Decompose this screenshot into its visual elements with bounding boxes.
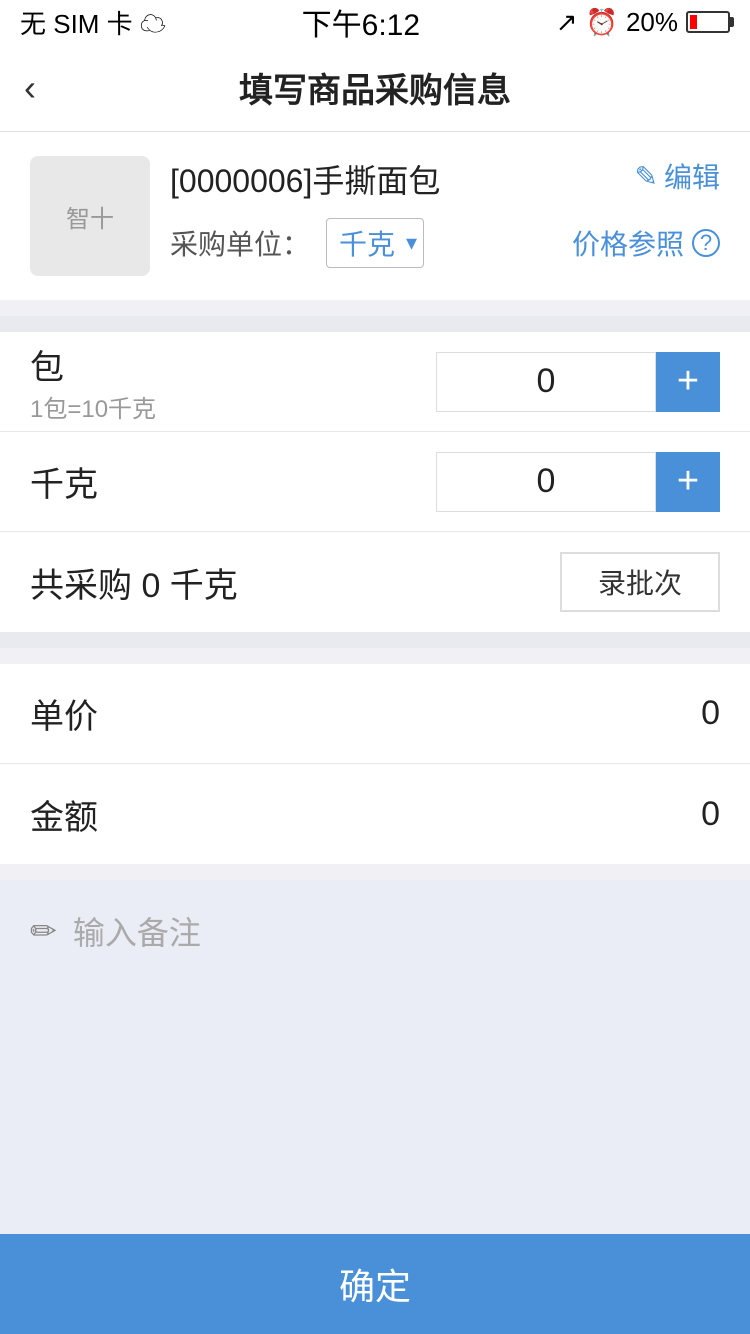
bag-input-right: 0 + xyxy=(436,352,720,412)
edit-button[interactable]: ✎ 编辑 xyxy=(635,156,720,196)
battery-percent: 20% xyxy=(626,7,678,38)
bag-quantity-input[interactable]: 0 xyxy=(436,352,656,412)
kg-label-group: 千克 xyxy=(30,457,98,506)
battery-icon xyxy=(686,11,730,33)
location-icon: ↗ xyxy=(556,7,578,38)
kg-input-right: 0 + xyxy=(436,452,720,512)
status-left: 无 SIM 卡 ☁ xyxy=(20,4,166,41)
product-title-row: [0000006]手撕面包 ✎ 编辑 xyxy=(170,156,720,202)
unit-price-value: 0 xyxy=(701,694,720,733)
note-section[interactable]: ✏ 输入备注 xyxy=(0,880,750,982)
status-right: ↗ ⏰ 20% xyxy=(556,7,730,38)
alarm-icon: ⏰ xyxy=(586,7,618,38)
bag-sub-label: 1包=10千克 xyxy=(30,389,156,424)
product-card: 智十 [0000006]手撕面包 ✎ 编辑 采购单位： 千克 价格参照 ? xyxy=(0,132,750,300)
kg-row: 千克 0 + xyxy=(0,432,750,532)
kg-quantity-input[interactable]: 0 xyxy=(436,452,656,512)
status-bar: 无 SIM 卡 ☁ 下午6:12 ↗ ⏰ 20% xyxy=(0,0,750,44)
page-title: 填写商品采购信息 xyxy=(239,63,511,112)
note-placeholder: 输入备注 xyxy=(73,908,201,954)
product-info: [0000006]手撕面包 ✎ 编辑 采购单位： 千克 价格参照 ? xyxy=(170,156,720,268)
bag-label: 包 xyxy=(30,340,156,389)
summary-text: 共采购 0 千克 xyxy=(30,558,238,607)
confirm-button-label: 确定 xyxy=(339,1258,411,1310)
bag-plus-button[interactable]: + xyxy=(656,352,720,412)
batch-button[interactable]: 录批次 xyxy=(560,552,720,612)
bottom-space xyxy=(0,982,750,1262)
edit-icon: ✎ xyxy=(635,160,658,193)
amount-value: 0 xyxy=(701,795,720,834)
kg-plus-button[interactable]: + xyxy=(656,452,720,512)
edit-label: 编辑 xyxy=(664,156,720,196)
price-ref-label: 价格参照 xyxy=(572,223,684,263)
nav-bar: ‹ 填写商品采购信息 xyxy=(0,44,750,132)
divider-1 xyxy=(0,316,750,332)
confirm-button[interactable]: 确定 xyxy=(0,1234,750,1334)
kg-label: 千克 xyxy=(30,457,98,506)
amount-label: 金额 xyxy=(30,790,98,839)
product-image: 智十 xyxy=(30,156,150,276)
unit-select[interactable]: 千克 xyxy=(326,218,424,268)
product-logo: 智十 xyxy=(66,199,114,234)
back-button[interactable]: ‹ xyxy=(24,67,36,109)
unit-price-label: 单价 xyxy=(30,689,98,738)
amount-row: 金额 0 xyxy=(0,764,750,864)
status-time: 下午6:12 xyxy=(302,0,420,44)
unit-price-row: 单价 0 xyxy=(0,664,750,764)
unit-row: 采购单位： 千克 价格参照 ? xyxy=(170,218,720,268)
unit-label: 采购单位： xyxy=(170,223,310,263)
bag-label-group: 包 1包=10千克 xyxy=(30,340,156,424)
price-section: 单价 0 金额 0 xyxy=(0,664,750,864)
note-icon: ✏ xyxy=(30,912,57,950)
product-name: [0000006]手撕面包 xyxy=(170,156,440,202)
price-ref-icon: ? xyxy=(692,229,720,257)
bag-row: 包 1包=10千克 0 + xyxy=(0,332,750,432)
signal-text: 无 SIM 卡 ☁ xyxy=(20,4,166,41)
price-ref-button[interactable]: 价格参照 ? xyxy=(572,223,720,263)
summary-row: 共采购 0 千克 录批次 xyxy=(0,532,750,632)
divider-2 xyxy=(0,632,750,648)
quantity-section: 包 1包=10千克 0 + 千克 0 + 共采购 0 千克 录批次 xyxy=(0,332,750,632)
